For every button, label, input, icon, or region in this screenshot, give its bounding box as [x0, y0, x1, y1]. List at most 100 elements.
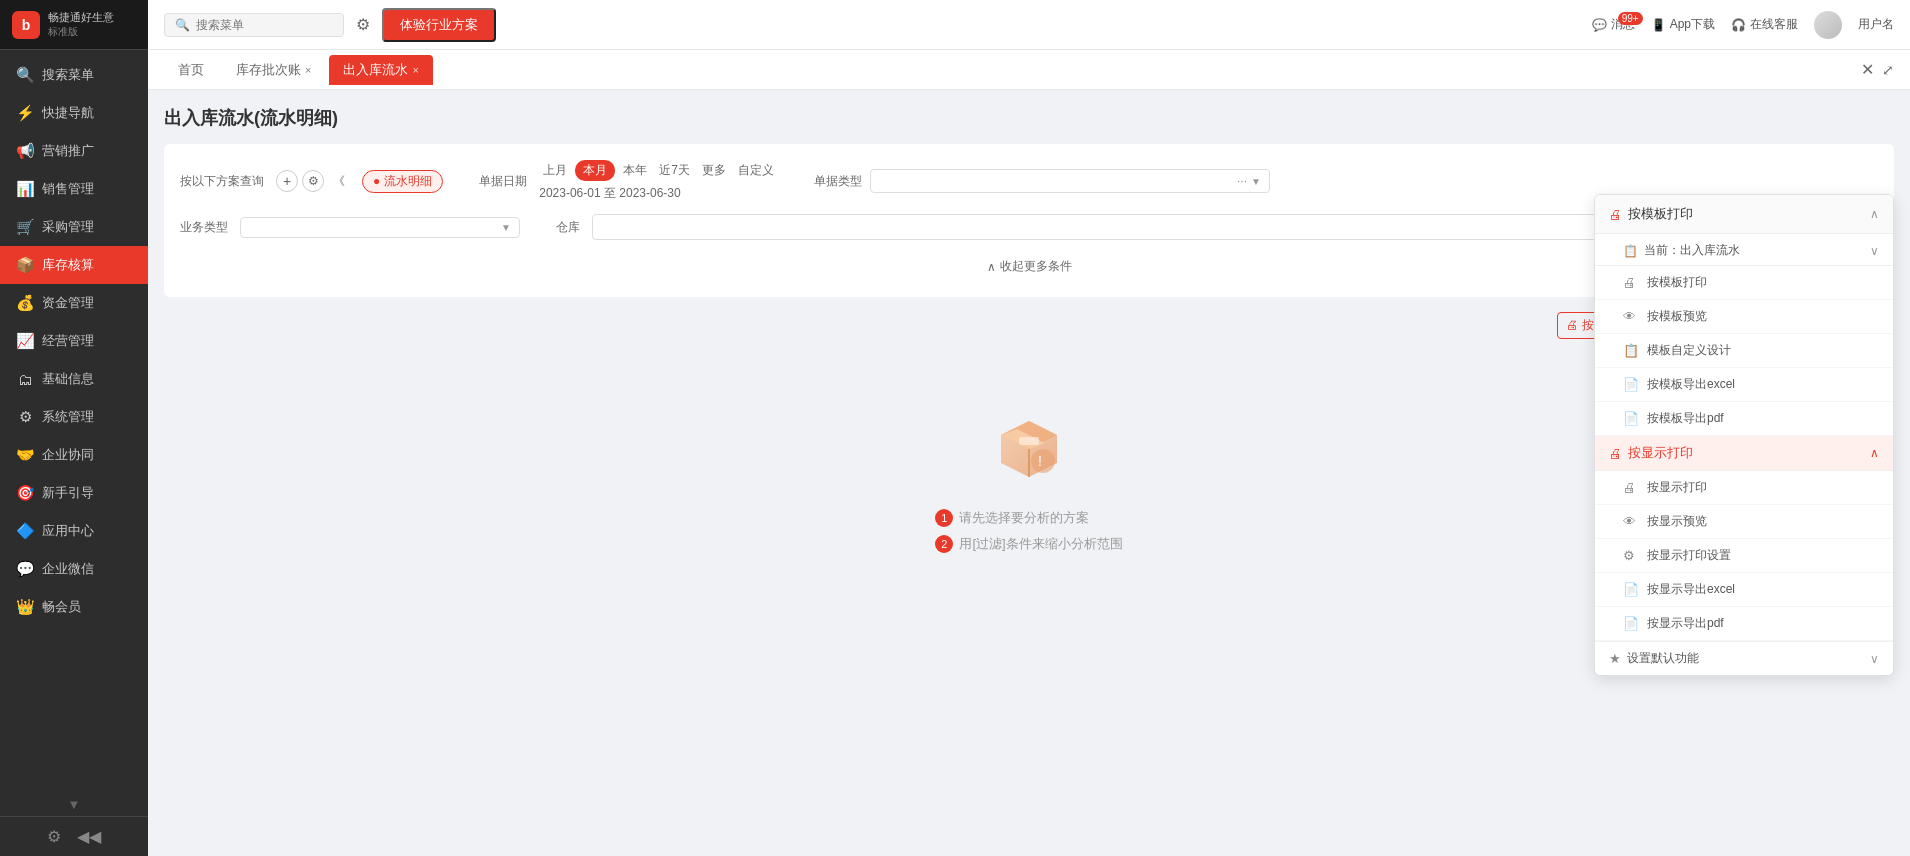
- gear-icon: ⚙: [16, 408, 34, 426]
- dropdown-header[interactable]: 🖨 按模板打印 ∧: [1595, 195, 1893, 234]
- date-tab-more[interactable]: 更多: [698, 160, 730, 181]
- footer-chevron[interactable]: ∨: [1870, 652, 1879, 666]
- print-dropdown-panel: 🖨 按模板打印 ∧ 📋 当前：出入库流水 ∨ 🖨 按模板打印 👁 按模板预览: [1594, 194, 1894, 676]
- filter-collapse-btn[interactable]: 《: [328, 170, 350, 192]
- username-label[interactable]: 用户名: [1858, 16, 1894, 33]
- tab-flow[interactable]: 出入库流水 ×: [329, 55, 432, 85]
- dropdown-item-template-pdf[interactable]: 📄 按模板导出pdf: [1595, 402, 1893, 436]
- current-chevron[interactable]: ∨: [1870, 244, 1879, 258]
- biz-type-chevron: ▼: [501, 222, 511, 233]
- date-tabs: 上月 本月 本年 近7天 更多 自定义: [539, 160, 778, 181]
- svg-text:!: !: [1038, 453, 1042, 469]
- date-label: 单据日期: [479, 173, 527, 190]
- dropdown-section-display-print[interactable]: 🖨 按显示打印 ∧: [1595, 436, 1893, 471]
- filter-tag[interactable]: ● 流水明细: [362, 170, 443, 193]
- dropdown-item-template-excel[interactable]: 📄 按模板导出excel: [1595, 368, 1893, 402]
- dropdown-footer-set-default[interactable]: ★ 设置默认功能 ∨: [1595, 641, 1893, 675]
- dropdown-item-display-preview[interactable]: 👁 按显示预览: [1595, 505, 1893, 539]
- search-input[interactable]: [196, 18, 326, 32]
- sidebar-item-inventory[interactable]: 📦 库存核算: [0, 246, 148, 284]
- filter-controls: + ⚙ 《: [276, 170, 350, 192]
- sidebar-item-basic-info[interactable]: 🗂 基础信息: [0, 360, 148, 398]
- dropdown-current-header[interactable]: 📋 当前：出入库流水 ∨: [1595, 234, 1893, 266]
- sidebar-item-enterprise[interactable]: 🤝 企业协同: [0, 436, 148, 474]
- user-avatar[interactable]: [1814, 11, 1842, 39]
- search-icon: 🔍: [16, 66, 34, 84]
- main-area: 🔍 ⚙ 体验行业方案 💬 消息 99+ 📱 App下载 🎧 在线客服 用户名: [148, 0, 1910, 856]
- dropdown-item-display-pdf[interactable]: 📄 按显示导出pdf: [1595, 607, 1893, 641]
- settings-bottom-icon[interactable]: ⚙: [47, 827, 61, 846]
- headset-icon: 🎧: [1731, 18, 1746, 32]
- settings-icon-header[interactable]: ⚙: [356, 15, 370, 34]
- page-title: 出入库流水(流水明细): [164, 106, 1894, 130]
- date-tab-this-year[interactable]: 本年: [619, 160, 651, 181]
- maximize-btn[interactable]: ⤢: [1882, 62, 1894, 78]
- tab-inventory-batch[interactable]: 库存批次账 ×: [222, 55, 325, 85]
- app-download-btn[interactable]: 📱 App下载: [1651, 16, 1715, 33]
- date-tab-custom[interactable]: 自定义: [734, 160, 778, 181]
- doc-type-more[interactable]: ···: [1237, 174, 1247, 188]
- sidebar-item-operations[interactable]: 📈 经营管理: [0, 322, 148, 360]
- megaphone-icon: 📢: [16, 142, 34, 160]
- section-up-arrow[interactable]: ∧: [1870, 446, 1879, 460]
- sidebar-item-marketing[interactable]: 📢 营销推广: [0, 132, 148, 170]
- date-range[interactable]: 2023-06-01 至 2023-06-30: [539, 185, 778, 202]
- trial-btn[interactable]: 体验行业方案: [382, 8, 496, 42]
- doc-type-search[interactable]: [879, 174, 1233, 188]
- date-tab-7days[interactable]: 近7天: [655, 160, 694, 181]
- sidebar-item-app-center[interactable]: 🔷 应用中心: [0, 512, 148, 550]
- app-name: 畅捷通好生意 标准版: [48, 10, 114, 38]
- filter-add-btn[interactable]: +: [276, 170, 298, 192]
- tab-close-inventory-batch[interactable]: ×: [305, 64, 311, 76]
- date-tab-this-month[interactable]: 本月: [575, 160, 615, 181]
- customize-icon-item: 📋: [1623, 343, 1639, 358]
- filter-settings-btn[interactable]: ⚙: [302, 170, 324, 192]
- sidebar-item-finance[interactable]: 💰 资金管理: [0, 284, 148, 322]
- biz-type-label: 业务类型: [180, 219, 228, 236]
- dropdown-item-display-excel[interactable]: 📄 按显示导出excel: [1595, 573, 1893, 607]
- collapse-icon[interactable]: ◀◀: [77, 827, 101, 846]
- search-box[interactable]: 🔍: [164, 13, 344, 37]
- empty-step-1: 请先选择要分析的方案: [935, 505, 1122, 531]
- sidebar-item-purchase[interactable]: 🛒 采购管理: [0, 208, 148, 246]
- money-icon: 💰: [16, 294, 34, 312]
- tab-home[interactable]: 首页: [164, 55, 218, 85]
- filter-tag-icon: ●: [373, 174, 380, 188]
- svg-point-5: [1031, 449, 1055, 473]
- sidebar-item-guide[interactable]: 🎯 新手引导: [0, 474, 148, 512]
- filter-scheme-label: 按以下方案查询: [180, 173, 264, 190]
- sidebar-item-sales[interactable]: 📊 销售管理: [0, 170, 148, 208]
- excel-icon-item: 📄: [1623, 377, 1639, 392]
- dropdown-item-template-customize[interactable]: 📋 模板自定义设计: [1595, 334, 1893, 368]
- biz-type-select[interactable]: ▼: [240, 217, 520, 238]
- search-icon-header: 🔍: [175, 18, 190, 32]
- dropdown-item-display-print-settings[interactable]: ⚙ 按显示打印设置: [1595, 539, 1893, 573]
- message-btn[interactable]: 💬 消息 99+: [1592, 16, 1635, 33]
- sidebar: b 畅捷通好生意 标准版 🔍 搜索菜单 ⚡ 快捷导航 📢 营销推广 📊 销售管理…: [0, 0, 148, 856]
- target-icon: 🎯: [16, 484, 34, 502]
- close-tab-btn[interactable]: ✕: [1861, 60, 1874, 79]
- print-icon-item: 🖨: [1623, 275, 1639, 290]
- dropdown-item-display-print[interactable]: 🖨 按显示打印: [1595, 471, 1893, 505]
- sidebar-item-corp-wechat[interactable]: 💬 企业微信: [0, 550, 148, 588]
- phone-icon: 📱: [1651, 18, 1666, 32]
- current-scheme-icon: 📋: [1623, 244, 1638, 258]
- online-service-btn[interactable]: 🎧 在线客服: [1731, 16, 1798, 33]
- sidebar-item-quick-nav[interactable]: ⚡ 快捷导航: [0, 94, 148, 132]
- sidebar-item-search[interactable]: 🔍 搜索菜单: [0, 56, 148, 94]
- print-icon: 🖨: [1566, 318, 1578, 332]
- empty-state-icon: !: [989, 409, 1069, 489]
- sidebar-scroll-down[interactable]: ▼: [0, 793, 148, 816]
- sidebar-logo: b 畅捷通好生意 标准版: [0, 0, 148, 50]
- date-tab-last-month[interactable]: 上月: [539, 160, 571, 181]
- top-header: 🔍 ⚙ 体验行业方案 💬 消息 99+ 📱 App下载 🎧 在线客服 用户名: [148, 0, 1910, 50]
- sidebar-item-system[interactable]: ⚙ 系统管理: [0, 398, 148, 436]
- dropdown-header-up-arrow[interactable]: ∧: [1870, 207, 1879, 221]
- doc-type-input[interactable]: ··· ▼: [870, 169, 1270, 193]
- sidebar-item-membership[interactable]: 👑 畅会员: [0, 588, 148, 626]
- tab-close-flow[interactable]: ×: [412, 64, 418, 76]
- tabs-right: ✕ ⤢: [1861, 60, 1894, 79]
- diamond-icon: 🔷: [16, 522, 34, 540]
- dropdown-item-template-preview[interactable]: 👁 按模板预览: [1595, 300, 1893, 334]
- dropdown-item-template-print[interactable]: 🖨 按模板打印: [1595, 266, 1893, 300]
